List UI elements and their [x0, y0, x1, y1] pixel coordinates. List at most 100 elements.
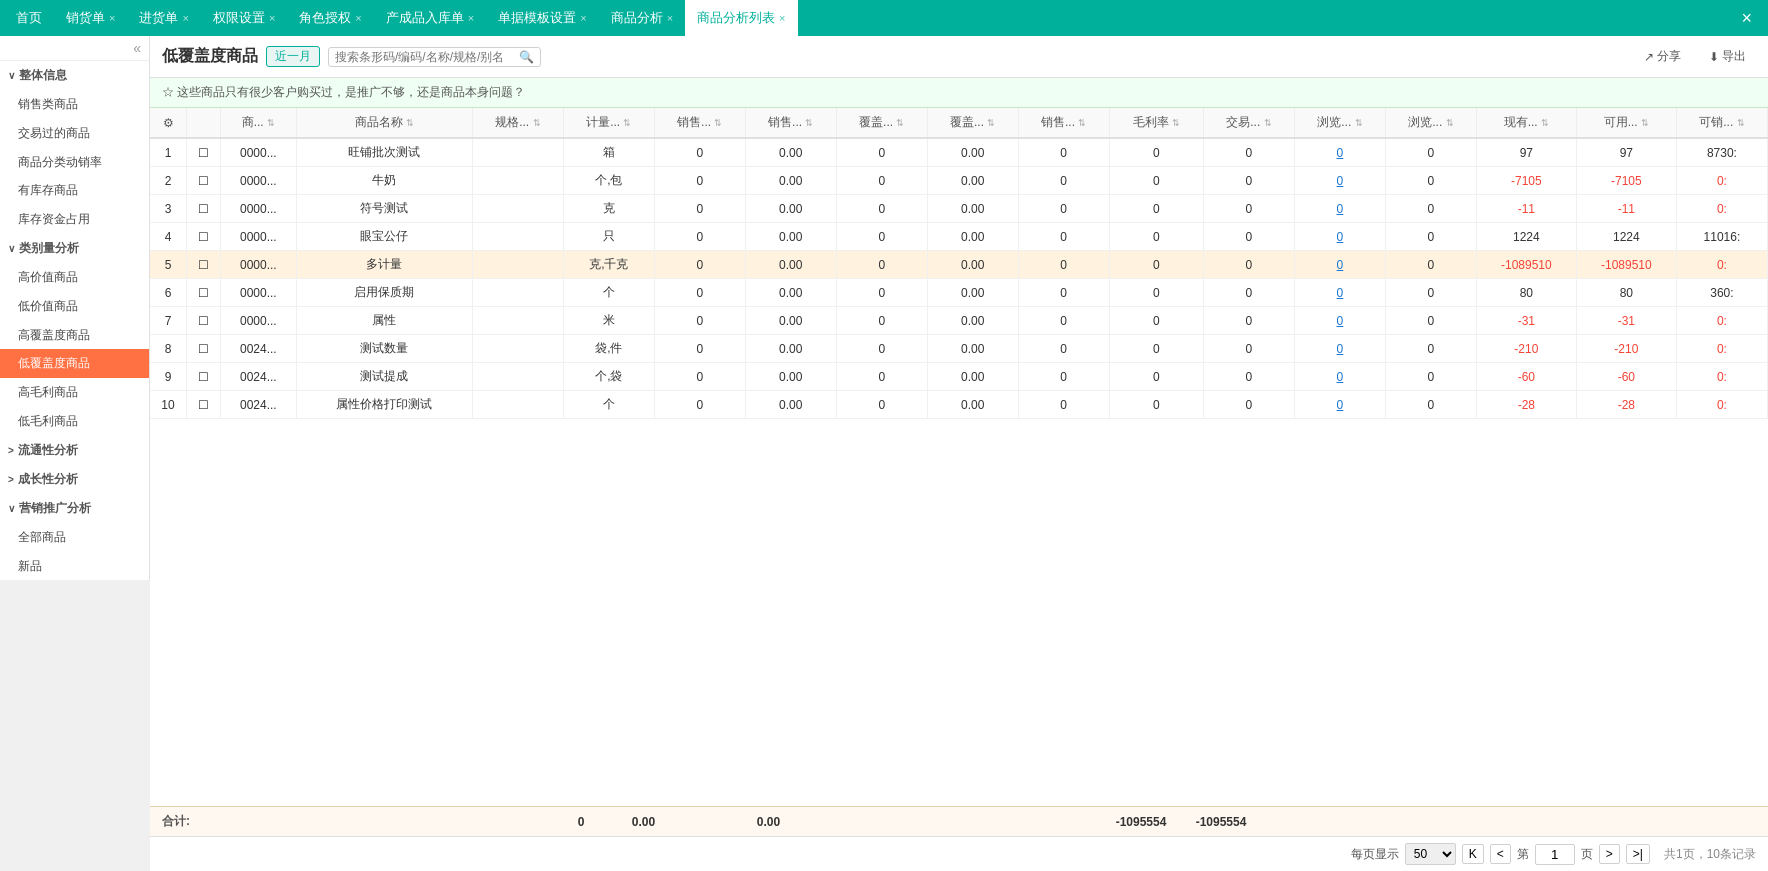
tab-close-permission[interactable]: ×: [269, 12, 275, 24]
col-header-sales_qty[interactable]: 销售... ⇅: [654, 108, 745, 138]
sidebar-section-category-analysis[interactable]: ∨类别量分析: [0, 234, 149, 263]
row-unit: 只: [563, 223, 654, 251]
sidebar-item-all-goods[interactable]: 全部商品: [0, 523, 149, 552]
row-checkbox[interactable]: ☐: [187, 251, 220, 279]
row-checkbox[interactable]: ☐: [187, 391, 220, 419]
window-close-button[interactable]: ×: [1729, 8, 1764, 29]
col-header-coverage1[interactable]: 覆盖... ⇅: [836, 108, 927, 138]
table-row: 10☐0024...属性价格打印测试个00.0000.0000000-28-28…: [150, 391, 1768, 419]
sidebar-section-marketing-analysis[interactable]: ∨营销推广分析: [0, 494, 149, 523]
export-button[interactable]: ⬇ 导出: [1699, 44, 1756, 69]
sidebar-section-flow-analysis[interactable]: >流通性分析: [0, 436, 149, 465]
share-button[interactable]: ↗ 分享: [1634, 44, 1691, 69]
nav-tab-purchase[interactable]: 进货单 ×: [127, 0, 200, 36]
sidebar-item-high-value[interactable]: 高价值商品: [0, 263, 149, 292]
row-sellable: 0:: [1676, 391, 1767, 419]
nav-tab-product-in[interactable]: 产成品入库单 ×: [374, 0, 486, 36]
per-page-select[interactable]: 2050100: [1405, 843, 1456, 865]
nav-tab-template[interactable]: 单据模板设置 ×: [486, 0, 598, 36]
row-checkbox[interactable]: ☐: [187, 307, 220, 335]
row-available: -60: [1576, 363, 1676, 391]
prev-page-button[interactable]: <: [1490, 844, 1511, 864]
col-header-code[interactable]: 商... ⇅: [220, 108, 297, 138]
table-row: 1☐0000...旺铺批次测试箱00.0000.000000097978730:: [150, 138, 1768, 167]
date-filter-badge[interactable]: 近一月: [266, 46, 320, 67]
row-code: 0024...: [220, 335, 297, 363]
row-sales-qty: 0: [654, 138, 745, 167]
tab-close-product-in[interactable]: ×: [468, 12, 474, 24]
row-browse2: 0: [1385, 363, 1476, 391]
row-no: 5: [150, 251, 187, 279]
table-row: 6☐0000...启用保质期个00.0000.00000008080360:: [150, 279, 1768, 307]
row-sellable: 0:: [1676, 167, 1767, 195]
row-coverage1: 0: [836, 251, 927, 279]
col-header-browse2[interactable]: 浏览... ⇅: [1385, 108, 1476, 138]
sidebar-item-low-coverage[interactable]: 低覆盖度商品: [0, 349, 149, 378]
col-header-unit[interactable]: 计量... ⇅: [563, 108, 654, 138]
sidebar-item-new-goods[interactable]: 新品: [0, 552, 149, 581]
row-checkbox[interactable]: ☐: [187, 167, 220, 195]
tab-close-sales[interactable]: ×: [109, 12, 115, 24]
search-box: 🔍: [328, 47, 541, 67]
nav-tab-analysis-list[interactable]: 商品分析列表 ×: [685, 0, 797, 36]
search-icon[interactable]: 🔍: [519, 50, 534, 64]
row-current-stock: -7105: [1476, 167, 1576, 195]
search-input[interactable]: [335, 50, 515, 64]
data-table-container[interactable]: ⚙商... ⇅商品名称 ⇅规格... ⇅计量... ⇅销售... ⇅销售... …: [150, 108, 1768, 806]
col-header-browse1[interactable]: 浏览... ⇅: [1294, 108, 1385, 138]
row-browse1: 0: [1294, 167, 1385, 195]
row-spec: [472, 195, 563, 223]
col-header-name[interactable]: 商品名称 ⇅: [297, 108, 473, 138]
nav-tab-sales[interactable]: 销货单 ×: [54, 0, 127, 36]
col-header-gross_rate[interactable]: 毛利率 ⇅: [1109, 108, 1203, 138]
row-checkbox[interactable]: ☐: [187, 279, 220, 307]
col-header-sales_amt[interactable]: 销售... ⇅: [745, 108, 836, 138]
col-header-available[interactable]: 可用... ⇅: [1576, 108, 1676, 138]
row-unit: 袋,件: [563, 335, 654, 363]
tab-close-analysis[interactable]: ×: [667, 12, 673, 24]
nav-tab-analysis[interactable]: 商品分析 ×: [599, 0, 685, 36]
sidebar-section-overview[interactable]: ∨整体信息: [0, 61, 149, 90]
col-header-current_stock[interactable]: 现有... ⇅: [1476, 108, 1576, 138]
col-header-coverage2[interactable]: 覆盖... ⇅: [927, 108, 1018, 138]
tab-close-analysis-list[interactable]: ×: [779, 12, 785, 24]
row-coverage2: 0.00: [927, 363, 1018, 391]
tab-close-template[interactable]: ×: [580, 12, 586, 24]
page-number-input[interactable]: [1535, 844, 1575, 865]
row-checkbox[interactable]: ☐: [187, 138, 220, 167]
row-checkbox[interactable]: ☐: [187, 363, 220, 391]
first-page-button[interactable]: K: [1462, 844, 1484, 864]
row-coverage1: 0: [836, 167, 927, 195]
last-page-button[interactable]: >|: [1626, 844, 1650, 864]
col-header-spec[interactable]: 规格... ⇅: [472, 108, 563, 138]
tab-close-purchase[interactable]: ×: [182, 12, 188, 24]
next-page-button[interactable]: >: [1599, 844, 1620, 864]
row-checkbox[interactable]: ☐: [187, 223, 220, 251]
sidebar-item-low-profit[interactable]: 低毛利商品: [0, 407, 149, 436]
sidebar-item-category-turnover[interactable]: 商品分类动销率: [0, 148, 149, 177]
sidebar-item-traded-goods[interactable]: 交易过的商品: [0, 119, 149, 148]
col-header-sales_days[interactable]: 销售... ⇅: [1018, 108, 1109, 138]
nav-tab-home[interactable]: 首页: [4, 0, 54, 36]
sidebar-item-stock-fund[interactable]: 库存资金占用: [0, 205, 149, 234]
nav-tab-permission[interactable]: 权限设置 ×: [201, 0, 287, 36]
col-header-sellable[interactable]: 可销... ⇅: [1676, 108, 1767, 138]
sidebar-collapse-button[interactable]: «: [133, 40, 141, 56]
col-header-trade_count[interactable]: 交易... ⇅: [1203, 108, 1294, 138]
sidebar-item-high-profit[interactable]: 高毛利商品: [0, 378, 149, 407]
row-browse2: 0: [1385, 223, 1476, 251]
nav-tab-role[interactable]: 角色授权 ×: [287, 0, 373, 36]
col-header-settings: ⚙: [150, 108, 187, 138]
row-trade-count: 0: [1203, 335, 1294, 363]
tab-close-role[interactable]: ×: [355, 12, 361, 24]
footer-cell-9: 0.00: [736, 815, 801, 829]
row-sales-days: 0: [1018, 195, 1109, 223]
sidebar-section-growth-analysis[interactable]: >成长性分析: [0, 465, 149, 494]
sidebar-item-high-coverage[interactable]: 高覆盖度商品: [0, 321, 149, 350]
sort-icon-code: ⇅: [267, 118, 275, 128]
sidebar-item-low-value[interactable]: 低价值商品: [0, 292, 149, 321]
row-checkbox[interactable]: ☐: [187, 195, 220, 223]
row-checkbox[interactable]: ☐: [187, 335, 220, 363]
sidebar-item-with-stock[interactable]: 有库存商品: [0, 176, 149, 205]
sidebar-item-sales-goods[interactable]: 销售类商品: [0, 90, 149, 119]
